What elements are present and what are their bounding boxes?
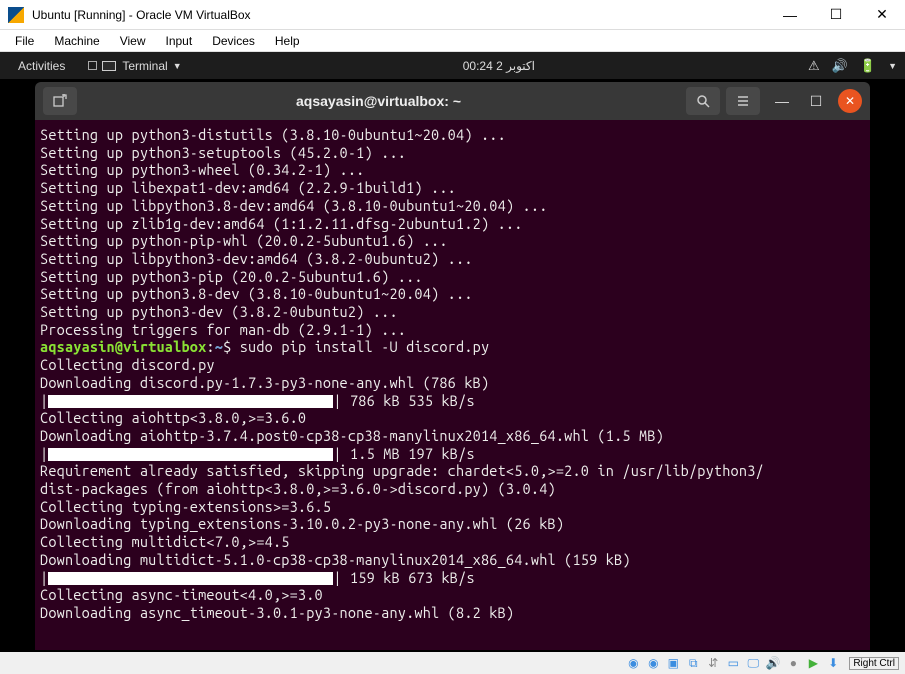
term-line: Setting up python3-dev (3.8.2-0ubuntu2) … (40, 303, 865, 321)
mouse-integration-icon[interactable]: ⬇ (825, 655, 841, 671)
bar-prefix: | (40, 392, 48, 409)
terminal-icon (102, 61, 116, 71)
term-line: Downloading async_timeout-3.0.1-py3-none… (40, 604, 865, 622)
term-line: dist-packages (from aiohttp<3.8.0,>=3.6.… (40, 480, 865, 498)
host-key-indicator[interactable]: Right Ctrl (849, 657, 899, 670)
term-line: Collecting aiohttp<3.8.0,>=3.6.0 (40, 409, 865, 427)
square-icon (88, 61, 97, 70)
prompt-colon: : (206, 338, 214, 355)
chevron-down-icon: ▼ (173, 61, 182, 71)
term-line: Downloading multidict-5.1.0-cp38-cp38-ma… (40, 551, 865, 569)
battery-icon[interactable]: 🔋 (860, 58, 876, 74)
network-icon[interactable]: ⚠ (808, 58, 820, 74)
optical-drive-icon[interactable]: ◉ (645, 655, 661, 671)
term-line: Requirement already satisfied, skipping … (40, 462, 865, 480)
term-line: Setting up zlib1g-dev:amd64 (1:1.2.11.df… (40, 215, 865, 233)
term-maximize-button[interactable]: ☐ (804, 89, 828, 113)
term-line: Setting up python3-pip (20.0.2-5ubuntu1.… (40, 268, 865, 286)
term-line: | | 786 kB 535 kB/s (40, 392, 865, 410)
bar-prefix: | (40, 569, 48, 586)
term-line: Setting up libpython3.8-dev:amd64 (3.8.1… (40, 197, 865, 215)
term-line: Setting up python3.8-dev (3.8.10-0ubuntu… (40, 285, 865, 303)
panel-right: ⚠ 🔊 🔋 ▼ (808, 58, 897, 74)
term-line: Setting up libexpat1-dev:amd64 (2.2.9-1b… (40, 179, 865, 197)
vm-state-icon[interactable]: ▶ (805, 655, 821, 671)
new-tab-icon (53, 94, 67, 108)
progress-bar (48, 572, 333, 585)
recording-icon[interactable]: ● (785, 655, 801, 671)
new-tab-button[interactable] (43, 87, 77, 115)
term-line: Collecting multidict<7.0,>=4.5 (40, 533, 865, 551)
terminal-body[interactable]: Setting up python3-distutils (3.8.10-0ub… (35, 120, 870, 650)
app-menu-label: Terminal (122, 59, 167, 73)
bar-suffix: | 159 kB 673 kB/s (333, 569, 474, 586)
hamburger-icon (736, 94, 750, 108)
menu-help[interactable]: Help (265, 32, 310, 50)
menu-view[interactable]: View (110, 32, 156, 50)
virtualbox-icon (8, 7, 24, 23)
bar-suffix: | 786 kB 535 kB/s (333, 392, 474, 409)
hamburger-button[interactable] (726, 87, 760, 115)
vbox-menubar: File Machine View Input Devices Help (0, 30, 905, 52)
term-close-button[interactable]: ✕ (838, 89, 862, 113)
maximize-button[interactable]: ☐ (813, 0, 859, 30)
search-button[interactable] (686, 87, 720, 115)
menu-input[interactable]: Input (156, 32, 203, 50)
term-line: Setting up python3-setuptools (45.2.0-1)… (40, 144, 865, 162)
term-line: Setting up python3-wheel (0.34.2-1) ... (40, 161, 865, 179)
windows-titlebar: Ubuntu [Running] - Oracle VM VirtualBox … (0, 0, 905, 30)
menu-machine[interactable]: Machine (44, 32, 109, 50)
term-line: Collecting async-timeout<4.0,>=3.0 (40, 586, 865, 604)
term-line: Setting up python-pip-whl (20.0.2-5ubunt… (40, 232, 865, 250)
gnome-panel: Activities Terminal ▼ اكتوبر 2 00:24 ⚠ 🔊… (0, 52, 905, 79)
term-line: Downloading aiohttp-3.7.4.post0-cp38-cp3… (40, 427, 865, 445)
panel-clock[interactable]: اكتوبر 2 00:24 (190, 59, 808, 73)
vbox-statusbar: ◉ ◉ ▣ ⧉ ⇵ ▭ 🖵 🔊 ● ▶ ⬇ Right Ctrl (0, 652, 905, 674)
term-minimize-button[interactable]: — (770, 89, 794, 113)
bar-suffix: | 1.5 MB 197 kB/s (333, 445, 474, 462)
volume-icon[interactable]: 🔊 (832, 58, 848, 74)
window-controls: — ☐ ✕ (767, 0, 905, 30)
term-line: Processing triggers for man-db (2.9.1-1)… (40, 321, 865, 339)
term-line: Downloading typing_extensions-3.10.0.2-p… (40, 515, 865, 533)
hard-disk-icon[interactable]: ◉ (625, 655, 641, 671)
window-title: Ubuntu [Running] - Oracle VM VirtualBox (32, 8, 767, 22)
term-prompt-line: aqsayasin@virtualbox:~$ sudo pip install… (40, 338, 865, 356)
term-line: | | 1.5 MB 197 kB/s (40, 445, 865, 463)
chevron-down-icon[interactable]: ▼ (888, 61, 897, 71)
minimize-button[interactable]: — (767, 0, 813, 30)
terminal-titlebar: aqsayasin@virtualbox: ~ — ☐ ✕ (35, 82, 870, 120)
progress-bar (48, 395, 333, 408)
menu-devices[interactable]: Devices (202, 32, 265, 50)
prompt-user: aqsayasin@virtualbox (40, 338, 206, 355)
progress-bar (48, 448, 333, 461)
network-icon[interactable]: ⧉ (685, 655, 701, 671)
display-icon[interactable]: 🖵 (745, 655, 761, 671)
term-line: | | 159 kB 673 kB/s (40, 569, 865, 587)
usb-icon[interactable]: ⇵ (705, 655, 721, 671)
prompt-path: ~ (215, 338, 223, 355)
term-line: Setting up libpython3-dev:amd64 (3.8.2-0… (40, 250, 865, 268)
audio-icon[interactable]: 🔊 (765, 655, 781, 671)
term-line: Downloading discord.py-1.7.3-py3-none-an… (40, 374, 865, 392)
menu-file[interactable]: File (5, 32, 44, 50)
close-button[interactable]: ✕ (859, 0, 905, 30)
activities-button[interactable]: Activities (8, 59, 75, 73)
terminal-title: aqsayasin@virtualbox: ~ (77, 93, 680, 109)
shared-folders-icon[interactable]: ▭ (725, 655, 741, 671)
app-menu[interactable]: Terminal ▼ (80, 59, 189, 73)
terminal-window: aqsayasin@virtualbox: ~ — ☐ ✕ Setting up… (35, 82, 870, 650)
command: sudo pip install -U discord.py (240, 338, 490, 355)
prompt-symbol: $ (223, 338, 231, 355)
term-line: Collecting discord.py (40, 356, 865, 374)
term-line: Collecting typing-extensions>=3.6.5 (40, 498, 865, 516)
search-icon (696, 94, 710, 108)
vm-display: Activities Terminal ▼ اكتوبر 2 00:24 ⚠ 🔊… (0, 52, 905, 652)
term-line: Setting up python3-distutils (3.8.10-0ub… (40, 126, 865, 144)
floppy-icon[interactable]: ▣ (665, 655, 681, 671)
bar-prefix: | (40, 445, 48, 462)
